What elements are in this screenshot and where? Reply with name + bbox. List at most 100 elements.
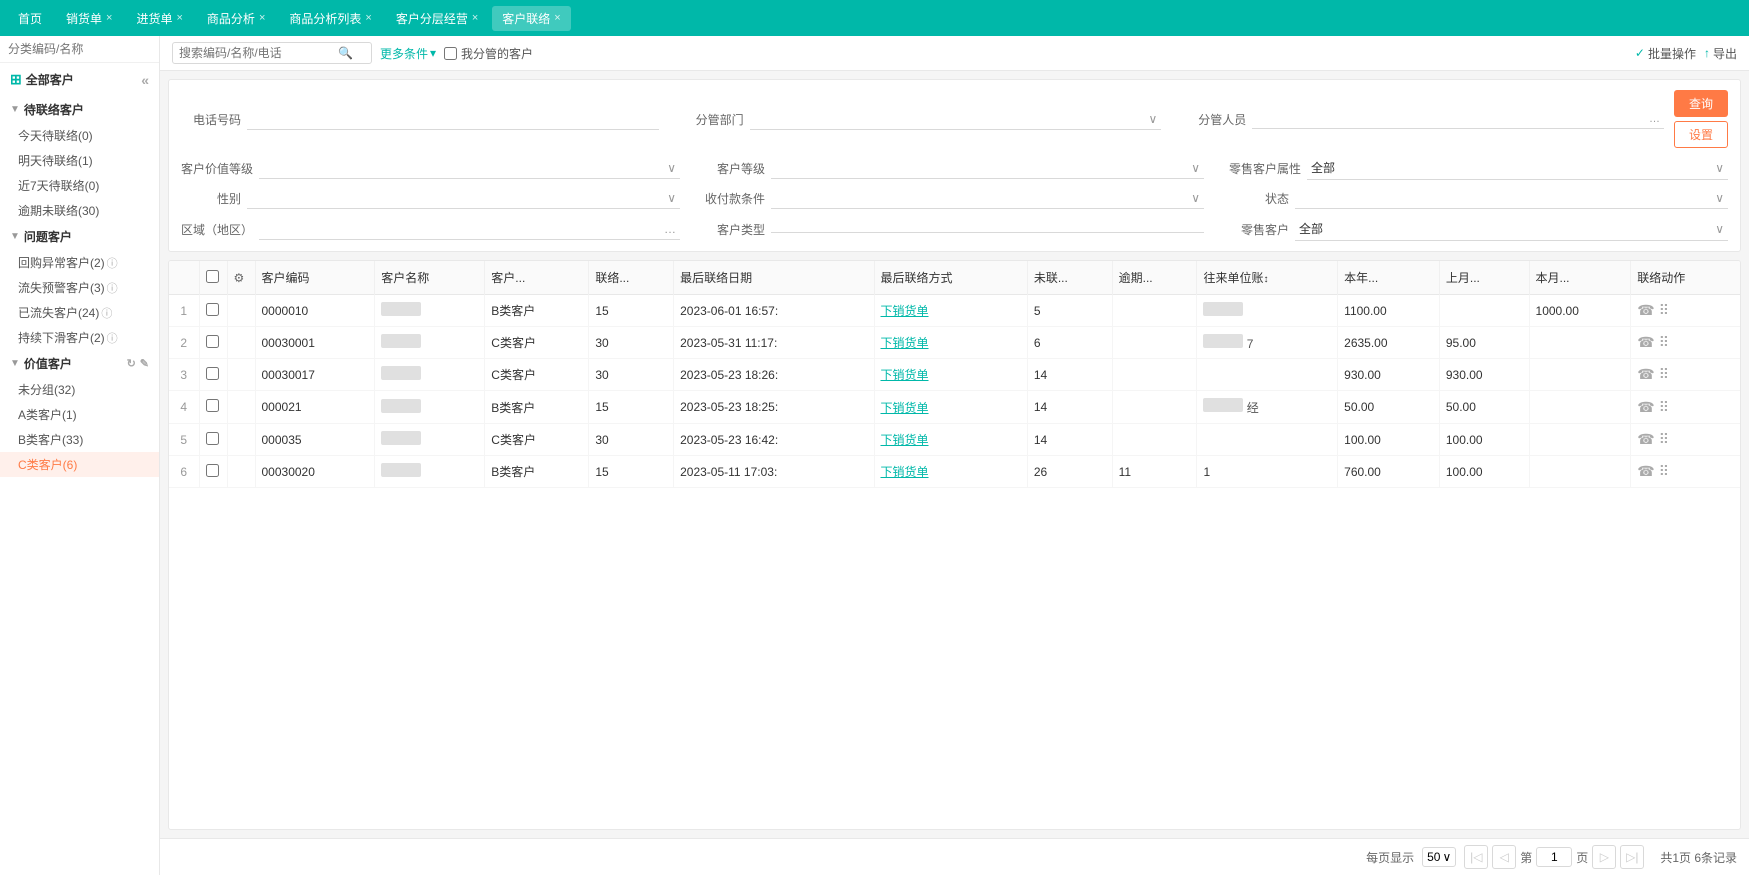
overdue-days <box>1112 424 1197 456</box>
section-title-value[interactable]: ▼ 价值客户 ↻ ✎ <box>0 350 159 377</box>
action-more-icon[interactable]: ⠿ <box>1659 334 1669 351</box>
page-next-btn[interactable]: ▷ <box>1592 845 1616 869</box>
checkmark-icon: ✓ <box>1635 46 1645 60</box>
filter-value-level-select[interactable]: ∨ <box>259 158 680 179</box>
unit-amount <box>1197 359 1338 391</box>
action-phone-icon[interactable]: ☎ <box>1637 399 1654 416</box>
row-checkbox[interactable] <box>199 327 227 359</box>
sidebar-item-churned[interactable]: 已流失客户(24) ⓘ <box>0 300 159 325</box>
action-more-icon[interactable]: ⠿ <box>1659 302 1669 319</box>
action-cell: ☎ ⠿ <box>1631 424 1740 456</box>
filter-customer-type-select[interactable] <box>771 226 1204 233</box>
filter-status-select[interactable]: ∨ <box>1295 188 1728 209</box>
nav-item-customer-contact[interactable]: 客户联络 × <box>492 6 570 31</box>
page-label-prefix: 第 <box>1520 849 1532 866</box>
row-checkbox[interactable] <box>199 295 227 327</box>
sidebar-item-7days[interactable]: 近7天待联络(0) <box>0 173 159 198</box>
sidebar-item-today[interactable]: 今天待联络(0) <box>0 123 159 148</box>
action-more-icon[interactable]: ⠿ <box>1659 399 1669 416</box>
nav-item-goods-analysis[interactable]: 商品分析 × <box>197 6 275 31</box>
filter-region-more[interactable]: … <box>259 219 680 240</box>
page-first-btn[interactable]: |◁ <box>1464 845 1488 869</box>
close-sales-icon[interactable]: × <box>106 12 112 24</box>
filter-retail-customer-select[interactable]: 全部 ∨ <box>1295 217 1728 241</box>
info-icon-3: ⓘ <box>101 305 112 321</box>
sidebar-all-customers[interactable]: ⊞ 全部客户 « <box>0 63 159 96</box>
sidebar-item-a-class[interactable]: A类客户(1) <box>0 402 159 427</box>
action-more-icon[interactable]: ⠿ <box>1659 431 1669 448</box>
select-all-checkbox[interactable] <box>206 270 219 283</box>
section-title-pending[interactable]: ▼ 待联络客户 <box>0 96 159 123</box>
action-phone-icon[interactable]: ☎ <box>1637 302 1654 319</box>
action-phone-icon[interactable]: ☎ <box>1637 366 1654 383</box>
set-button[interactable]: 设置 <box>1674 121 1728 148</box>
page-input[interactable] <box>1536 847 1572 867</box>
nav-item-customer-tier[interactable]: 客户分层经营 × <box>386 6 488 31</box>
close-customer-tier-icon[interactable]: × <box>472 12 478 24</box>
nav-item-home[interactable]: 首页 <box>8 6 52 31</box>
action-phone-icon[interactable]: ☎ <box>1637 431 1654 448</box>
search-icon[interactable]: 🔍 <box>338 46 353 60</box>
refresh-value-icon[interactable]: ↻ <box>127 357 136 370</box>
filter-customer-level-select[interactable]: ∨ <box>771 158 1204 179</box>
table-footer: 每页显示 50 ∨ |◁ ◁ 第 页 ▷ ▷| 共1页 6条记录 <box>160 838 1749 875</box>
edit-value-icon[interactable]: ✎ <box>140 357 149 370</box>
more-conditions-btn[interactable]: 更多条件 ▾ <box>380 45 436 62</box>
close-goods-list-icon[interactable]: × <box>365 12 371 24</box>
nav-item-purchase[interactable]: 进货单 × <box>126 6 192 31</box>
action-phone-icon[interactable]: ☎ <box>1637 334 1654 351</box>
close-customer-contact-icon[interactable]: × <box>554 12 560 24</box>
filter-manager-select[interactable]: … <box>1252 110 1664 129</box>
sidebar-collapse-icon[interactable]: « <box>141 72 149 88</box>
section-title-problem[interactable]: ▼ 问题客户 <box>0 223 159 250</box>
nav-item-goods-list[interactable]: 商品分析列表 × <box>279 6 381 31</box>
my-customers-checkbox[interactable] <box>444 47 457 60</box>
sidebar-item-overdue-contact[interactable]: 逾期未联络(30) <box>0 198 159 223</box>
filter-dept: 分管部门 ∨ <box>684 109 1162 130</box>
customer-type: B类客户 <box>485 456 589 488</box>
not-contact-days: 5 <box>1027 295 1112 327</box>
sidebar-item-c-class[interactable]: C类客户(6) <box>0 452 159 477</box>
page-prev-btn[interactable]: ◁ <box>1492 845 1516 869</box>
filter-phone-input[interactable] <box>247 109 659 130</box>
sidebar-search-input[interactable] <box>8 42 160 56</box>
filter-payment-select[interactable]: ∨ <box>771 188 1204 209</box>
nav-item-sales[interactable]: 销货单 × <box>56 6 122 31</box>
action-more-icon[interactable]: ⠿ <box>1659 463 1669 480</box>
th-settings[interactable]: ⚙ <box>227 261 255 295</box>
filter-dept-select[interactable]: ∨ <box>750 109 1162 130</box>
action-phone-icon[interactable]: ☎ <box>1637 463 1654 480</box>
sidebar-item-churn-warning[interactable]: 流失预警客户(3) ⓘ <box>0 275 159 300</box>
sidebar-item-b-class[interactable]: B类客户(33) <box>0 427 159 452</box>
page-last-btn[interactable]: ▷| <box>1620 845 1644 869</box>
sidebar-item-tomorrow[interactable]: 明天待联络(1) <box>0 148 159 173</box>
last-month-amount: 50.00 <box>1439 391 1529 424</box>
filter-gender-select[interactable]: ∨ <box>247 188 680 209</box>
table-row: 6 00030020 B类客户 15 2023-05-11 17:03: 下销货… <box>169 456 1740 488</box>
row-checkbox[interactable] <box>199 359 227 391</box>
close-goods-analysis-icon[interactable]: × <box>259 12 265 24</box>
customer-type: C类客户 <box>485 359 589 391</box>
unit-amount <box>1197 424 1338 456</box>
export-btn[interactable]: ↑ 导出 <box>1704 45 1737 62</box>
toolbar-right: ✓ 批量操作 ↑ 导出 <box>1635 45 1737 62</box>
sidebar-item-repurchase-anomaly[interactable]: 回购异常客户(2) ⓘ <box>0 250 159 275</box>
query-button[interactable]: 查询 <box>1674 90 1728 117</box>
search-input[interactable] <box>179 46 334 60</box>
customer-name-cell <box>375 424 485 456</box>
sidebar-item-declining[interactable]: 持续下滑客户(2) ⓘ <box>0 325 159 350</box>
row-checkbox[interactable] <box>199 391 227 424</box>
my-customers-checkbox-wrap[interactable]: 我分管的客户 <box>444 45 533 62</box>
filter-retail-attr-select[interactable]: 全部 ∨ <box>1307 156 1728 180</box>
batch-op-btn[interactable]: ✓ 批量操作 <box>1635 45 1696 62</box>
overdue-days <box>1112 295 1197 327</box>
row-checkbox[interactable] <box>199 424 227 456</box>
last-contact-date: 2023-05-11 17:03: <box>674 456 874 488</box>
page-size-select[interactable]: 50 ∨ <box>1422 847 1456 867</box>
row-checkbox[interactable] <box>199 456 227 488</box>
this-month-amount <box>1529 327 1631 359</box>
sidebar-item-unclassified[interactable]: 未分组(32) <box>0 377 159 402</box>
close-purchase-icon[interactable]: × <box>176 12 182 24</box>
chevron-page-size-icon: ∨ <box>1442 850 1451 864</box>
action-more-icon[interactable]: ⠿ <box>1659 366 1669 383</box>
